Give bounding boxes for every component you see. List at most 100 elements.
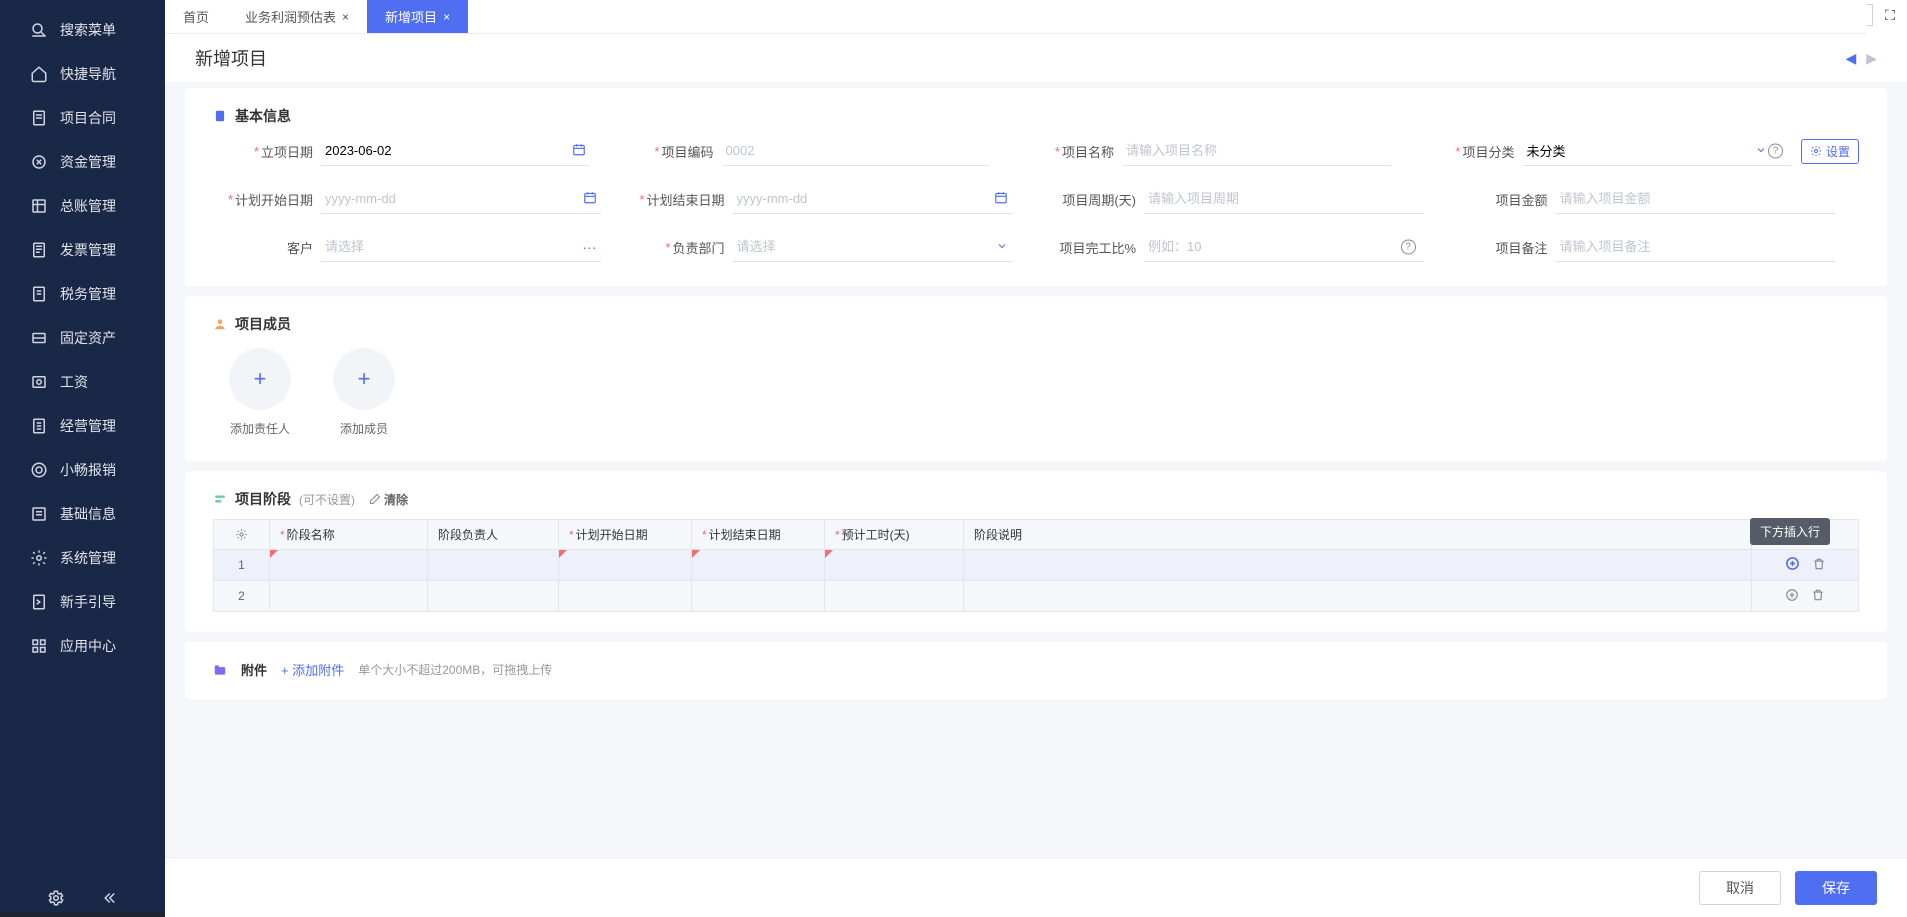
- dept-select[interactable]: [733, 232, 1013, 262]
- stage-name-cell[interactable]: [270, 581, 428, 611]
- insert-row-icon[interactable]: [1785, 556, 1800, 574]
- project-name-input[interactable]: [1122, 136, 1391, 166]
- sidebar-item-tax[interactable]: 税务管理: [0, 272, 165, 316]
- stage-name-cell[interactable]: [270, 550, 428, 580]
- row-number: 2: [214, 581, 270, 611]
- more-icon[interactable]: ···: [583, 239, 597, 255]
- delete-row-icon[interactable]: [1811, 588, 1825, 605]
- calendar-icon[interactable]: [583, 191, 597, 208]
- table-row[interactable]: 1: [214, 550, 1858, 581]
- delete-row-icon[interactable]: [1812, 557, 1826, 574]
- chevron-down-icon[interactable]: [1755, 143, 1767, 159]
- project-cycle-input[interactable]: [1144, 184, 1424, 214]
- project-amount-input[interactable]: [1556, 184, 1836, 214]
- form-container: 基本信息 *立项日期 *项目编码 *项目名称 *项目分类: [165, 82, 1907, 857]
- sidebar-item-guide[interactable]: 新手引导: [0, 580, 165, 624]
- stage-hours-cell[interactable]: [825, 550, 964, 580]
- attachment-hint: 单个大小不超过200MB，可拖拽上传: [358, 661, 552, 678]
- field-label: 项目周期(天): [1062, 190, 1136, 209]
- add-member-label: 添加成员: [340, 420, 388, 437]
- close-icon[interactable]: ×: [443, 10, 450, 24]
- wallet-icon: [30, 153, 48, 171]
- plus-icon: +: [229, 348, 291, 410]
- field-label: 项目金额: [1495, 190, 1547, 209]
- members-panel: 项目成员 + 添加责任人 + 添加成员: [185, 296, 1887, 461]
- prev-button[interactable]: ◀: [1845, 50, 1856, 67]
- tab-home[interactable]: 首页: [165, 0, 227, 33]
- help-icon[interactable]: ?: [1401, 240, 1416, 255]
- cancel-button[interactable]: 取消: [1699, 871, 1781, 905]
- project-category-select[interactable]: [1523, 136, 1792, 166]
- field-label: 项目分类: [1462, 142, 1514, 161]
- calendar-icon[interactable]: [572, 143, 586, 160]
- plan-start-input[interactable]: [321, 184, 601, 214]
- sidebar-item-apps[interactable]: 应用中心: [0, 624, 165, 668]
- stage-owner-cell[interactable]: [428, 550, 559, 580]
- stage-desc-cell[interactable]: [964, 581, 1752, 611]
- col-label: 阶段名称: [287, 526, 335, 543]
- gear-icon: [1810, 145, 1822, 157]
- home-icon: [30, 65, 48, 83]
- completion-input[interactable]: [1144, 232, 1424, 262]
- stage-start-cell[interactable]: [559, 550, 692, 580]
- sidebar-item-invoice[interactable]: 发票管理: [0, 228, 165, 272]
- stage-table: 下方插入行 *阶段名称 阶段负责人 *计划开始日期 *计划结束日期 *预计工时(…: [213, 519, 1859, 612]
- plan-end-input[interactable]: [733, 184, 1013, 214]
- stage-owner-cell[interactable]: [428, 581, 559, 611]
- sidebar-item-search[interactable]: 搜索菜单: [0, 8, 165, 52]
- col-settings[interactable]: [214, 520, 270, 549]
- sidebar-item-baseinfo[interactable]: 基础信息: [0, 492, 165, 536]
- chevron-down-icon[interactable]: [996, 239, 1008, 255]
- sidebar-item-contract[interactable]: 项目合同: [0, 96, 165, 140]
- stage-end-cell[interactable]: [692, 581, 825, 611]
- insert-row-tooltip: 下方插入行: [1750, 518, 1830, 545]
- stage-desc-cell[interactable]: [964, 550, 1752, 580]
- stage-hours-cell[interactable]: [825, 581, 964, 611]
- sidebar-item-system[interactable]: 系统管理: [0, 536, 165, 580]
- stage-start-cell[interactable]: [559, 581, 692, 611]
- field-label: 项目完工比%: [1059, 238, 1136, 257]
- settings-icon[interactable]: [47, 889, 65, 907]
- sidebar-item-ledger[interactable]: 总账管理: [0, 184, 165, 228]
- info-icon: [30, 505, 48, 523]
- sidebar-item-business[interactable]: 经营管理: [0, 404, 165, 448]
- config-button[interactable]: 设置: [1801, 139, 1859, 164]
- field-label: 立项日期: [261, 142, 313, 161]
- field-label: 客户: [287, 238, 313, 257]
- sidebar-item-quicknav[interactable]: 快捷导航: [0, 52, 165, 96]
- config-label: 设置: [1826, 143, 1850, 160]
- gear-icon: [235, 528, 248, 541]
- calendar-icon[interactable]: [994, 191, 1008, 208]
- sidebar-item-asset[interactable]: 固定资产: [0, 316, 165, 360]
- window-expand-button[interactable]: ⛶: [1879, 4, 1901, 26]
- sidebar-item-funds[interactable]: 资金管理: [0, 140, 165, 184]
- sidebar-item-label: 资金管理: [60, 152, 116, 172]
- create-date-input[interactable]: [321, 136, 590, 166]
- add-member-button[interactable]: + 添加成员: [333, 348, 395, 437]
- add-owner-button[interactable]: + 添加责任人: [229, 348, 291, 437]
- tab-profit-estimate[interactable]: 业务利润预估表 ×: [227, 0, 367, 33]
- stage-end-cell[interactable]: [692, 550, 825, 580]
- next-button[interactable]: ▶: [1866, 50, 1877, 67]
- clear-label: 清除: [384, 491, 408, 508]
- insert-row-icon[interactable]: [1785, 588, 1799, 605]
- remark-input[interactable]: [1556, 232, 1836, 262]
- table-row[interactable]: 2: [214, 581, 1858, 611]
- sidebar-item-salary[interactable]: 工资: [0, 360, 165, 404]
- customer-select[interactable]: [321, 232, 601, 262]
- tab-new-project[interactable]: 新增项目 ×: [367, 0, 468, 33]
- project-code-input[interactable]: [722, 136, 991, 166]
- field-label: 计划结束日期: [646, 190, 724, 209]
- sidebar-item-label: 搜索菜单: [60, 20, 116, 40]
- section-title: 项目成员: [235, 314, 291, 334]
- close-icon[interactable]: ×: [342, 10, 349, 24]
- sidebar-item-label: 经营管理: [60, 416, 116, 436]
- section-title: 项目阶段: [235, 489, 291, 509]
- help-icon[interactable]: ?: [1768, 144, 1783, 159]
- add-attachment-button[interactable]: + 添加附件: [281, 660, 344, 679]
- collapse-icon[interactable]: [100, 889, 118, 907]
- col-label: 计划开始日期: [576, 526, 648, 543]
- clear-button[interactable]: 清除: [369, 491, 408, 508]
- save-button[interactable]: 保存: [1795, 871, 1877, 905]
- sidebar-item-reimburse[interactable]: 小畅报销: [0, 448, 165, 492]
